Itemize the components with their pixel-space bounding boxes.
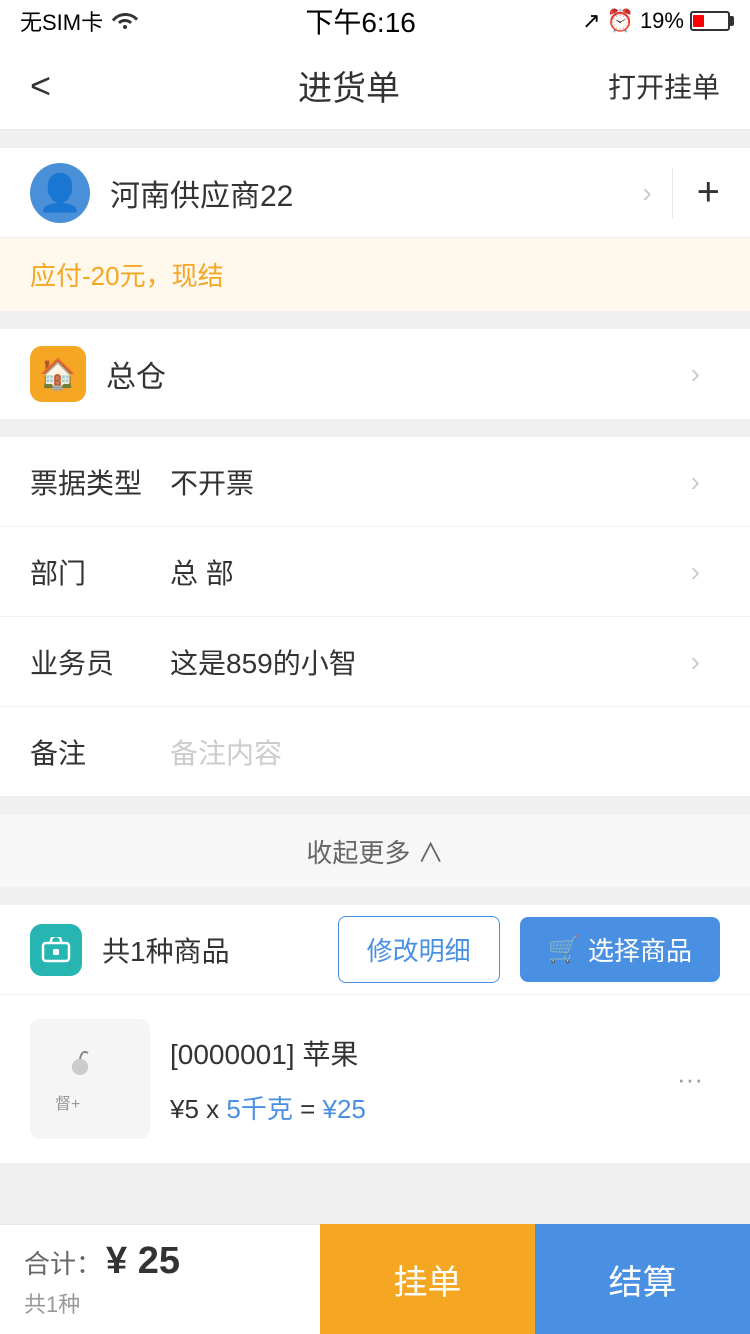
invoice-chevron-icon: ›: [691, 466, 700, 498]
status-carrier: 无SIM卡: [20, 5, 139, 37]
remark-row[interactable]: 备注 备注内容: [0, 707, 750, 797]
invoice-row[interactable]: 票据类型 不开票 ›: [0, 437, 750, 527]
open-hang-button[interactable]: 打开挂单: [608, 66, 720, 106]
invoice-label: 票据类型: [30, 462, 150, 502]
sales-chevron-icon: ›: [691, 646, 700, 678]
select-product-button[interactable]: 🛒 选择商品: [520, 917, 720, 982]
department-value: 总 部: [150, 552, 691, 592]
sales-value: 这是859的小智: [150, 642, 691, 682]
collapse-row[interactable]: 收起更多 ∧: [0, 815, 750, 887]
divider-2: [0, 311, 750, 329]
product-thumbnail: 督+: [30, 1019, 150, 1139]
collapse-label: 收起更多 ∧: [306, 833, 443, 870]
warehouse-row[interactable]: 🏠 总仓 ›: [0, 329, 750, 419]
status-right: ↗ ⏰ 19%: [582, 8, 730, 34]
invoice-value: 不开票: [150, 462, 691, 502]
add-button[interactable]: +: [697, 170, 720, 215]
remark-label: 备注: [30, 732, 150, 772]
warehouse-chevron-icon: ›: [691, 358, 700, 390]
supplier-avatar: 👤: [30, 163, 90, 223]
total-section: 合计： ¥ 25 共1种: [0, 1224, 320, 1334]
svg-text:督+: 督+: [55, 1095, 80, 1113]
products-section: 共1种商品 修改明细 🛒 选择商品 督+ [0000001] 苹果 ¥5: [0, 905, 750, 1163]
total-count: 共1种: [24, 1287, 296, 1319]
supplier-row[interactable]: 👤 河南供应商22 › +: [0, 148, 750, 238]
product-item: 督+ [0000001] 苹果 ¥5 x 5千克 = ¥25 ···: [0, 995, 750, 1163]
alarm-icon: ⏰: [607, 8, 634, 34]
product-price: ¥5 x 5千克 = ¥25: [170, 1089, 640, 1126]
divider-top: [0, 130, 750, 148]
supplier-name: 河南供应商22: [110, 171, 642, 215]
edit-detail-button[interactable]: 修改明细: [338, 916, 500, 983]
nav-bar: < 进货单 打开挂单: [0, 42, 750, 130]
supplier-section: 👤 河南供应商22 › + 应付-20元，现结: [0, 148, 750, 311]
department-row[interactable]: 部门 总 部 ›: [0, 527, 750, 617]
department-chevron-icon: ›: [691, 556, 700, 588]
warehouse-section: 🏠 总仓 ›: [0, 329, 750, 419]
battery-percent: 19%: [640, 8, 684, 34]
vertical-divider: [672, 168, 673, 218]
sales-label: 业务员: [30, 642, 150, 682]
select-icon: 🛒: [548, 934, 580, 965]
location-icon: ↗: [582, 8, 600, 34]
page-title: 进货单: [298, 61, 400, 110]
total-amount: ¥ 25: [106, 1240, 180, 1283]
warehouse-name: 总仓: [106, 352, 691, 396]
department-label: 部门: [30, 552, 150, 592]
status-bar: 无SIM卡 下午6:16 ↗ ⏰ 19%: [0, 0, 750, 42]
checkout-button[interactable]: 结算: [535, 1224, 750, 1334]
hang-button[interactable]: 挂单: [320, 1224, 535, 1334]
bottom-bar: 合计： ¥ 25 共1种 挂单 结算: [0, 1224, 750, 1334]
supplier-chevron-icon: ›: [642, 177, 651, 209]
product-name: [0000001] 苹果: [170, 1033, 640, 1073]
battery-icon: [690, 11, 730, 31]
warehouse-icon: 🏠: [30, 346, 86, 402]
total-label: 合计：: [24, 1244, 102, 1281]
back-button[interactable]: <: [30, 65, 90, 107]
remark-input[interactable]: 备注内容: [150, 732, 720, 772]
products-count: 共1种商品: [102, 930, 338, 970]
wifi-icon: [111, 7, 139, 35]
product-more-button[interactable]: ···: [660, 1059, 720, 1099]
product-info: [0000001] 苹果 ¥5 x 5千克 = ¥25: [170, 1033, 640, 1126]
status-time: 下午6:16: [305, 1, 416, 41]
sales-row[interactable]: 业务员 这是859的小智 ›: [0, 617, 750, 707]
supplier-notice: 应付-20元，现结: [0, 238, 750, 311]
form-section: 票据类型 不开票 › 部门 总 部 › 业务员 这是859的小智 › 备注 备注…: [0, 437, 750, 797]
products-icon: [30, 924, 82, 976]
products-header: 共1种商品 修改明细 🛒 选择商品: [0, 905, 750, 995]
